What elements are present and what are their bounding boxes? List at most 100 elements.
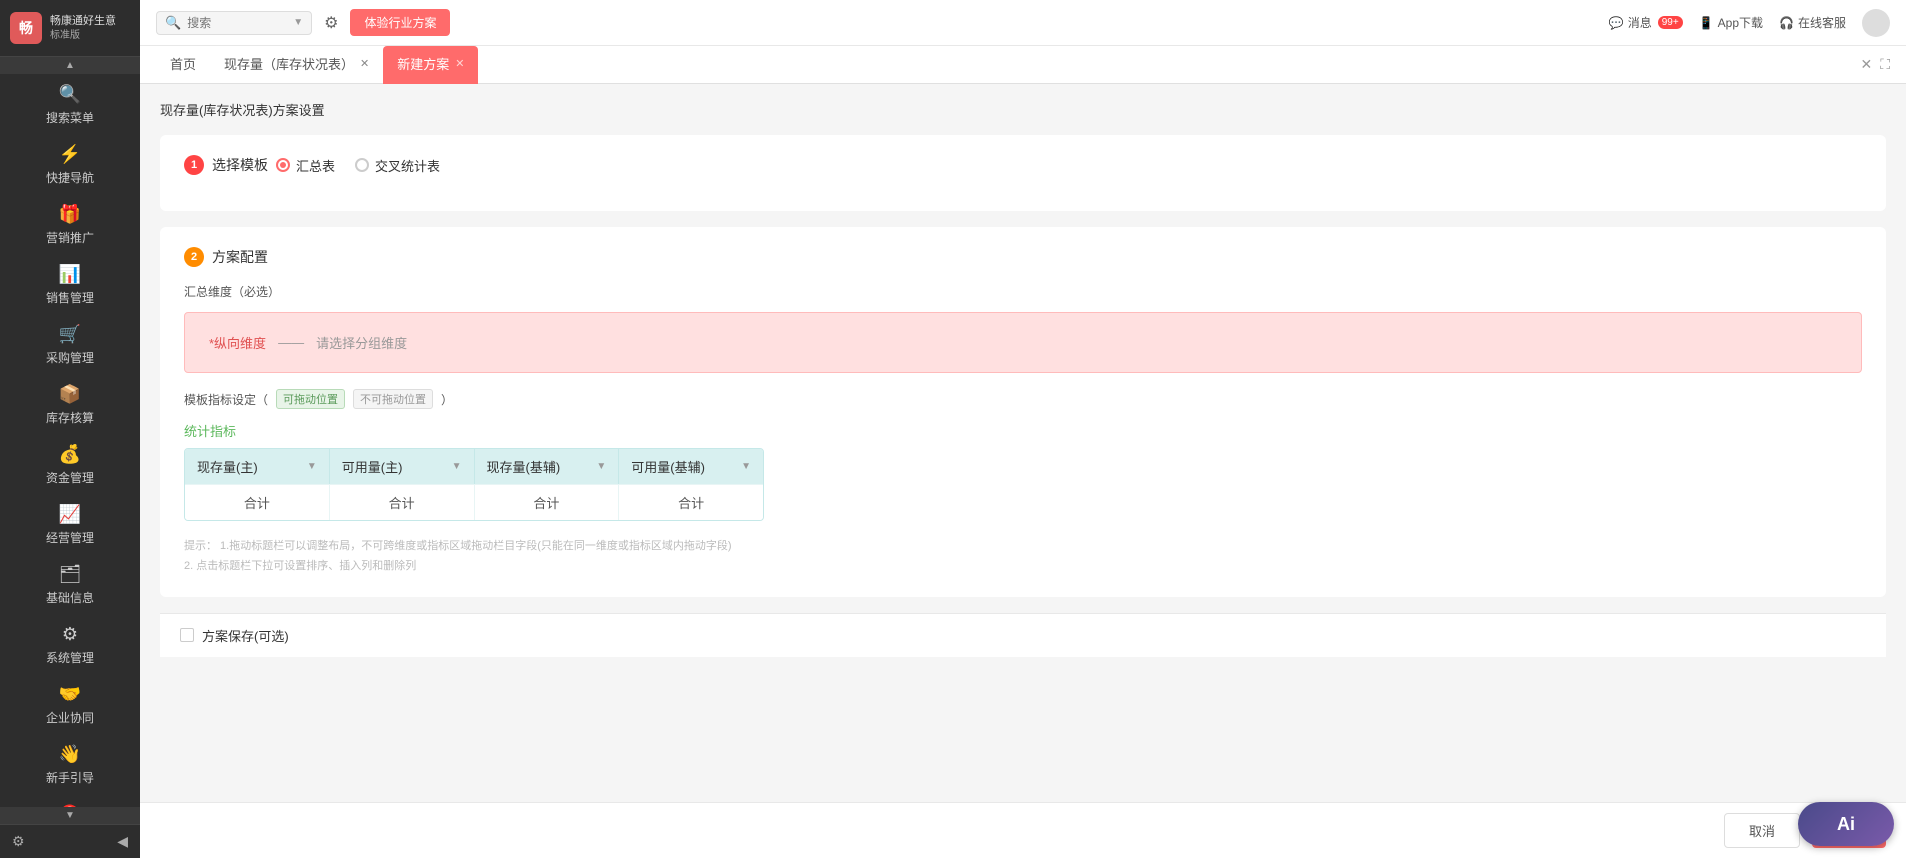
section2-title: 方案配置 bbox=[212, 247, 268, 267]
footer-buttons: 取消 查询 bbox=[140, 802, 1906, 858]
marketing-icon: 🎁 bbox=[59, 204, 81, 225]
tab-close-inventory[interactable]: ✕ bbox=[360, 57, 369, 70]
section1-header: 1 选择模板 汇总表 交叉统计表 bbox=[184, 155, 1862, 175]
user-avatar[interactable] bbox=[1862, 9, 1890, 37]
main-area: 🔍 ▼ ⚙ 体验行业方案 💬 消息 99+ 📱 App下载 🎧 在线客服 bbox=[140, 0, 1906, 858]
service-icon: 🎧 bbox=[1779, 16, 1794, 30]
sidebar-item-basic-info[interactable]: 🗂 基础信息 bbox=[0, 554, 140, 614]
save-checkbox[interactable] bbox=[180, 628, 194, 642]
sidebar-item-search[interactable]: 🔍 搜索菜单 bbox=[0, 74, 140, 134]
save-option-label: 方案保存(可选) bbox=[202, 626, 289, 645]
download-icon: 📱 bbox=[1699, 16, 1714, 30]
topbar-gear-icon[interactable]: ⚙ bbox=[324, 13, 338, 33]
tab-expand-icon[interactable]: ⛶ bbox=[1880, 56, 1890, 73]
sidebar-item-quicknav[interactable]: ⚡ 快捷导航 bbox=[0, 134, 140, 194]
col-current-stock-main[interactable]: 现存量(主) ▼ bbox=[185, 449, 330, 484]
non-draggable-badge: 不可拖动位置 bbox=[353, 389, 433, 409]
sidebar: 畅 畅康通好生意 标准版 ▲ 🔍 搜索菜单 ⚡ 快捷导航 🎁 营销推广 📊 销售… bbox=[0, 0, 140, 858]
col-available-main[interactable]: 可用量(主) ▼ bbox=[330, 449, 475, 484]
section2-header: 2 方案配置 bbox=[184, 247, 1862, 267]
sidebar-item-collab[interactable]: 🤝 企业协同 bbox=[0, 674, 140, 734]
sidebar-settings-btn[interactable]: ⚙ bbox=[12, 833, 25, 850]
sidebar-item-sales[interactable]: 📊 销售管理 bbox=[0, 254, 140, 314]
sidebar-item-appstore[interactable]: 🎯 应用中心 bbox=[0, 794, 140, 807]
trial-btn[interactable]: 体验行业方案 bbox=[350, 9, 450, 36]
save-option-row: 方案保存(可选) bbox=[160, 613, 1886, 657]
sidebar-item-system[interactable]: ⚙ 系统管理 bbox=[0, 614, 140, 674]
ai-float-button[interactable]: Ai bbox=[1798, 802, 1894, 846]
cell-col0: 合计 bbox=[185, 485, 330, 520]
sidebar-scroll-up[interactable]: ▲ bbox=[0, 57, 140, 74]
section1-title: 选择模板 bbox=[212, 155, 268, 175]
hint-2: 2. 点击标题栏下拉可设置排序、插入列和删除列 bbox=[184, 557, 1862, 577]
message-btn[interactable]: 💬 消息 99+ bbox=[1609, 14, 1683, 31]
section-plan-config: 2 方案配置 汇总维度（必选） *纵向维度 —— 请选择分组维度 模板指标设定（… bbox=[160, 227, 1886, 597]
col1-chevron[interactable]: ▼ bbox=[452, 461, 462, 472]
message-badge: 99+ bbox=[1658, 16, 1683, 29]
inventory-icon: 📦 bbox=[59, 384, 81, 405]
vertical-dash: —— bbox=[278, 335, 304, 350]
sidebar-item-marketing[interactable]: 🎁 营销推广 bbox=[0, 194, 140, 254]
sidebar-item-management[interactable]: 📈 经营管理 bbox=[0, 494, 140, 554]
hint-1: 提示： 1.拖动标题栏可以调整布局，不可跨维度或指标区域拖动栏目字段(只能在同一… bbox=[184, 537, 1862, 557]
logo-text: 畅康通好生意 标准版 bbox=[50, 14, 116, 41]
section-choose-template: 1 选择模板 汇总表 交叉统计表 bbox=[160, 135, 1886, 211]
search-icon: 🔍 bbox=[165, 15, 181, 31]
col2-chevron[interactable]: ▼ bbox=[596, 461, 606, 472]
radio-dot-cross bbox=[355, 158, 369, 172]
radio-summary[interactable]: 汇总表 bbox=[276, 156, 335, 175]
col-current-stock-aux[interactable]: 现存量(基辅) ▼ bbox=[475, 449, 620, 484]
sidebar-item-purchase[interactable]: 🛒 采购管理 bbox=[0, 314, 140, 374]
radio-dot-summary bbox=[276, 158, 290, 172]
col-available-aux[interactable]: 可用量(基辅) ▼ bbox=[619, 449, 763, 484]
cancel-button[interactable]: 取消 bbox=[1724, 813, 1800, 848]
indicator-label: 模板指标设定（ 可拖动位置 不可拖动位置 ） bbox=[184, 389, 1862, 409]
step2-badge: 2 bbox=[184, 247, 204, 267]
step1-badge: 1 bbox=[184, 155, 204, 175]
search-dropdown-icon[interactable]: ▼ bbox=[293, 17, 303, 28]
topbar-right: 💬 消息 99+ 📱 App下载 🎧 在线客服 bbox=[1609, 9, 1890, 37]
stats-table-row: 合计 合计 合计 合计 bbox=[185, 484, 763, 520]
sidebar-item-finance[interactable]: 💰 资金管理 bbox=[0, 434, 140, 494]
message-icon: 💬 bbox=[1609, 16, 1624, 30]
cell-col1: 合计 bbox=[330, 485, 475, 520]
hints-area: 提示： 1.拖动标题栏可以调整布局，不可跨维度或指标区域拖动栏目字段(只能在同一… bbox=[184, 537, 1862, 577]
dimension-subtitle: 汇总维度（必选） bbox=[184, 283, 1862, 300]
search-menu-icon: 🔍 bbox=[59, 84, 81, 105]
page-title: 现存量(库存状况表)方案设置 bbox=[160, 100, 1886, 119]
stats-section-label: 统计指标 bbox=[184, 421, 1862, 440]
cell-col2: 合计 bbox=[475, 485, 620, 520]
topbar-search-box[interactable]: 🔍 ▼ bbox=[156, 11, 312, 35]
sidebar-logo: 畅 畅康通好生意 标准版 bbox=[0, 0, 140, 57]
sidebar-item-newbie[interactable]: 👋 新手引导 bbox=[0, 734, 140, 794]
dimension-area: *纵向维度 —— 请选择分组维度 bbox=[184, 312, 1862, 373]
vertical-placeholder: 请选择分组维度 bbox=[316, 333, 407, 352]
tab-new-plan[interactable]: 新建方案 ✕ bbox=[383, 46, 478, 84]
quicknav-icon: ⚡ bbox=[59, 144, 81, 165]
radio-cross[interactable]: 交叉统计表 bbox=[355, 156, 440, 175]
stats-table: 现存量(主) ▼ 可用量(主) ▼ 现存量(基辅) ▼ 可用量(基辅) ▼ bbox=[184, 448, 764, 521]
template-radio-group: 汇总表 交叉统计表 bbox=[276, 156, 440, 175]
app-download-btn[interactable]: 📱 App下载 bbox=[1699, 14, 1763, 31]
tab-inventory-status[interactable]: 现存量（库存状况表） ✕ bbox=[210, 46, 383, 84]
online-service-btn[interactable]: 🎧 在线客服 bbox=[1779, 14, 1846, 31]
collab-icon: 🤝 bbox=[59, 684, 81, 705]
sidebar-item-inventory[interactable]: 📦 库存核算 bbox=[0, 374, 140, 434]
tab-controls: ✕ ⛶ bbox=[1860, 56, 1890, 73]
tab-close-new-plan[interactable]: ✕ bbox=[455, 57, 464, 70]
search-input[interactable] bbox=[187, 16, 287, 30]
col0-chevron[interactable]: ▼ bbox=[307, 461, 317, 472]
indicator-settings: 模板指标设定（ 可拖动位置 不可拖动位置 ） bbox=[184, 389, 1862, 409]
content-area: 现存量(库存状况表)方案设置 1 选择模板 汇总表 交叉统计表 bbox=[140, 84, 1906, 802]
tab-close-all-icon[interactable]: ✕ bbox=[1860, 56, 1872, 73]
newbie-icon: 👋 bbox=[59, 744, 81, 765]
tab-bar: 首页 现存量（库存状况表） ✕ 新建方案 ✕ ✕ ⛶ bbox=[140, 46, 1906, 84]
tab-home[interactable]: 首页 bbox=[156, 46, 210, 84]
sidebar-scroll-down[interactable]: ▼ bbox=[0, 807, 140, 824]
logo-icon: 畅 bbox=[10, 12, 42, 44]
stats-table-header: 现存量(主) ▼ 可用量(主) ▼ 现存量(基辅) ▼ 可用量(基辅) ▼ bbox=[185, 449, 763, 484]
sidebar-collapse-btn[interactable]: ◀ bbox=[117, 833, 128, 850]
management-icon: 📈 bbox=[59, 504, 81, 525]
cell-col3: 合计 bbox=[619, 485, 763, 520]
col3-chevron[interactable]: ▼ bbox=[741, 461, 751, 472]
